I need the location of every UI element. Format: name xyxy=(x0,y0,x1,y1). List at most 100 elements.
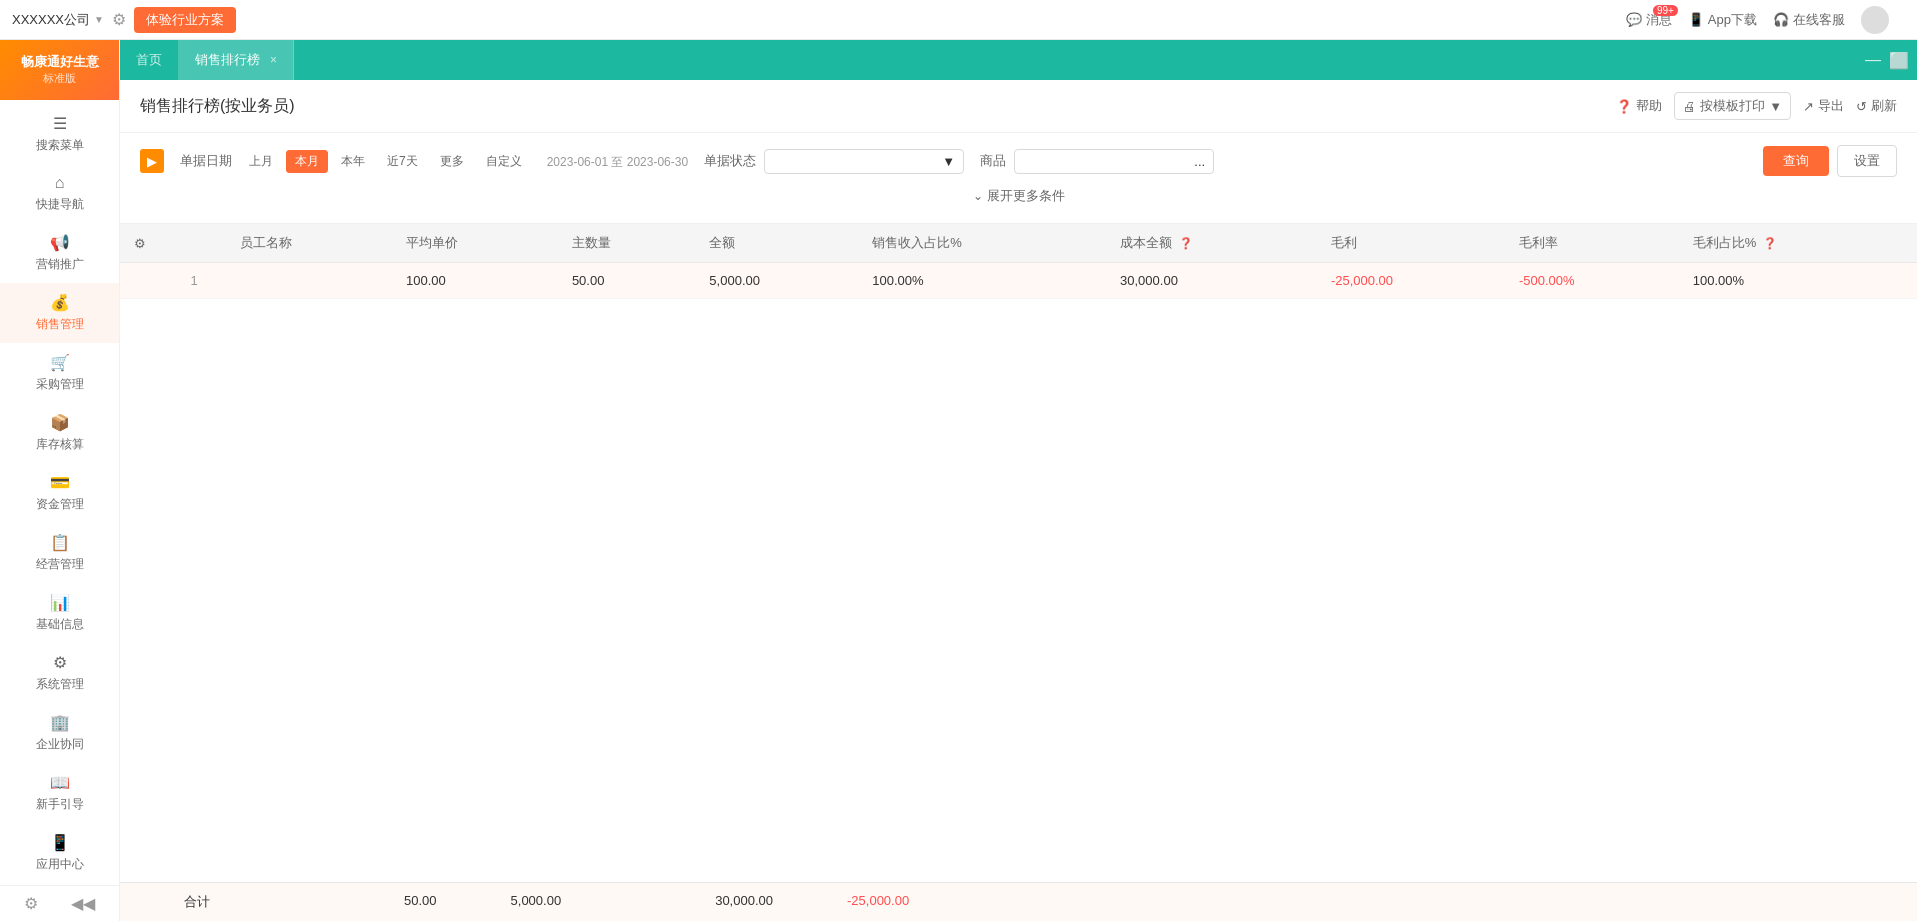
tab-close-icon[interactable]: × xyxy=(270,53,277,67)
filter-status: 单据状态 ▼ xyxy=(704,149,964,174)
settings-btn[interactable]: 设置 xyxy=(1837,145,1897,177)
table-footer: 合计 50.00 5,000.00 30,000.00 -25,000.00 xyxy=(120,882,1917,921)
template-print-btn[interactable]: 🖨 按模板打印 ▼ xyxy=(1674,92,1791,120)
print-icon: 🖨 xyxy=(1683,99,1696,114)
enterprise-icon: 🏢 xyxy=(50,713,70,732)
status-chevron-icon: ▼ xyxy=(942,154,955,169)
company-selector[interactable]: XXXXXX公司 ▼ xyxy=(12,11,104,29)
col-quantity: 主数量 xyxy=(560,224,697,263)
sidebar-item-marketing[interactable]: 📢 营销推广 xyxy=(0,223,119,283)
tab-home-label: 首页 xyxy=(136,51,162,69)
filter-area: ▶ 单据日期 上月 本月 本年 近7天 更多 自定义 xyxy=(120,133,1917,224)
cell-quantity: 50.00 xyxy=(560,263,697,299)
date-tab-custom[interactable]: 自定义 xyxy=(477,150,531,173)
page-content: 销售排行榜(按业务员) ❓ 帮助 🖨 按模板打印 ▼ ↗ 导出 xyxy=(120,80,1917,921)
sidebar-menu: ☰ 搜索菜单 ⌂ 快捷导航 📢 营销推广 💰 销售管理 🛒 采购管理 📦 库 xyxy=(0,100,119,885)
col-cost: 成本全额 ❓ xyxy=(1108,224,1319,263)
date-range-text: 2023-06-01 至 2023-06-30 xyxy=(547,154,688,171)
sidebar-item-apps[interactable]: 📱 应用中心 xyxy=(0,823,119,883)
tab-minimize-icon[interactable]: — xyxy=(1865,51,1881,69)
col-rank xyxy=(160,224,228,263)
message-btn[interactable]: 💬 消息 99+ xyxy=(1626,11,1672,29)
refresh-icon: ↺ xyxy=(1856,99,1867,114)
status-select[interactable]: ▼ xyxy=(764,149,964,174)
tab-actions: — ⬜ xyxy=(1865,51,1917,70)
col-employee: 员工名称 xyxy=(228,224,394,263)
home-icon: ⌂ xyxy=(55,174,65,192)
col-amount: 全额 xyxy=(697,224,860,263)
app-download-btn[interactable]: 📱 App下载 xyxy=(1688,11,1757,29)
date-tab-this-year[interactable]: 本年 xyxy=(332,150,374,173)
avatar[interactable] xyxy=(1861,6,1889,34)
date-tab-prev-month[interactable]: 上月 xyxy=(240,150,282,173)
chevron-down-icon: ▼ xyxy=(94,14,104,25)
sidebar-item-marketing-label: 营销推广 xyxy=(36,256,84,273)
arrow-right-icon: ▶ xyxy=(147,154,157,169)
message-icon: 💬 xyxy=(1626,12,1642,27)
filter-toggle-btn[interactable]: ▶ xyxy=(140,149,164,173)
sidebar-settings-icon[interactable]: ⚙ xyxy=(24,894,38,913)
sidebar-item-search-order[interactable]: ☰ 搜索菜单 xyxy=(0,104,119,164)
col-settings[interactable]: ⚙ xyxy=(120,224,160,263)
table-settings-icon[interactable]: ⚙ xyxy=(134,236,146,251)
sidebar-item-purchase-label: 采购管理 xyxy=(36,376,84,393)
expand-more-row[interactable]: ⌄ 展开更多条件 xyxy=(140,181,1897,211)
apps-icon: 📱 xyxy=(50,833,70,852)
sidebar-item-purchase[interactable]: 🛒 采购管理 xyxy=(0,343,119,403)
sidebar-item-basic-info[interactable]: 📊 基础信息 xyxy=(0,583,119,643)
sidebar-item-inventory[interactable]: 📦 库存核算 xyxy=(0,403,119,463)
expand-more-label: 展开更多条件 xyxy=(987,187,1065,205)
sidebar-item-guide[interactable]: 📖 新手引导 xyxy=(0,763,119,823)
page-title: 销售排行榜(按业务员) xyxy=(140,96,295,117)
table-header-row: ⚙ 员工名称 平均单价 主数量 全额 销售收入占比% 成本全额 ❓ xyxy=(120,224,1917,263)
footer-quantity: 50.00 xyxy=(392,893,449,911)
help-icon: ❓ xyxy=(1616,99,1632,114)
profit-pct-help-icon[interactable]: ❓ xyxy=(1763,237,1777,249)
top-right-actions: 💬 消息 99+ 📱 App下载 🎧 在线客服 xyxy=(1626,6,1905,34)
sidebar-item-enterprise-label: 企业协同 xyxy=(36,736,84,753)
refresh-btn[interactable]: ↺ 刷新 xyxy=(1856,97,1897,115)
purchase-icon: 🛒 xyxy=(50,353,70,372)
settings-icon[interactable]: ⚙ xyxy=(112,10,126,29)
sidebar-item-operations[interactable]: 📋 经营管理 xyxy=(0,523,119,583)
date-tab-more[interactable]: 更多 xyxy=(431,150,473,173)
trial-btn[interactable]: 体验行业方案 xyxy=(134,7,236,33)
cell-settings xyxy=(120,263,160,299)
date-tab-this-month[interactable]: 本月 xyxy=(286,150,328,173)
message-badge: 99+ xyxy=(1653,5,1678,16)
col-profit-pct: 毛利占比% ❓ xyxy=(1681,224,1917,263)
sidebar-item-enterprise[interactable]: 🏢 企业协同 xyxy=(0,703,119,763)
main-layout: 畅康通好生意 标准版 ☰ 搜索菜单 ⌂ 快捷导航 📢 营销推广 💰 销售管理 🛒 xyxy=(0,40,1917,921)
basic-info-icon: 📊 xyxy=(50,593,70,612)
date-label: 单据日期 xyxy=(180,152,232,170)
query-actions: 查询 设置 xyxy=(1763,145,1897,177)
sidebar: 畅康通好生意 标准版 ☰ 搜索菜单 ⌂ 快捷导航 📢 营销推广 💰 销售管理 🛒 xyxy=(0,40,120,921)
date-tabs: 上月 本月 本年 近7天 更多 自定义 xyxy=(240,150,531,173)
date-tab-7days[interactable]: 近7天 xyxy=(378,150,427,173)
help-btn[interactable]: ❓ 帮助 xyxy=(1616,97,1662,115)
export-btn[interactable]: ↗ 导出 xyxy=(1803,97,1844,115)
inventory-icon: 📦 xyxy=(50,413,70,432)
goods-select[interactable]: ... xyxy=(1014,149,1214,174)
tab-maximize-icon[interactable]: ⬜ xyxy=(1889,51,1909,70)
logo-area: 畅康通好生意 标准版 xyxy=(0,40,119,100)
page-header: 销售排行榜(按业务员) ❓ 帮助 🖨 按模板打印 ▼ ↗ 导出 xyxy=(120,80,1917,133)
sidebar-collapse-icon[interactable]: ◀◀ xyxy=(71,894,95,913)
cost-help-icon[interactable]: ❓ xyxy=(1179,237,1193,249)
col-profit-rate: 毛利率 xyxy=(1507,224,1681,263)
query-btn[interactable]: 查询 xyxy=(1763,146,1829,176)
sidebar-item-system[interactable]: ⚙ 系统管理 xyxy=(0,643,119,703)
finance-icon: 💳 xyxy=(50,473,70,492)
sidebar-item-finance[interactable]: 💳 资金管理 xyxy=(0,463,119,523)
headset-icon: 🎧 xyxy=(1773,12,1789,27)
page-header-actions: ❓ 帮助 🖨 按模板打印 ▼ ↗ 导出 ↺ 刷新 xyxy=(1616,92,1897,120)
online-service-btn[interactable]: 🎧 在线客服 xyxy=(1773,11,1845,29)
sidebar-item-sales[interactable]: 💰 销售管理 xyxy=(0,283,119,343)
cell-avg-price: 100.00 xyxy=(394,263,560,299)
tab-sales-ranking[interactable]: 销售排行榜 × xyxy=(179,40,294,80)
sidebar-item-finance-label: 资金管理 xyxy=(36,496,84,513)
table-container: ⚙ 员工名称 平均单价 主数量 全额 销售收入占比% 成本全额 ❓ xyxy=(120,224,1917,882)
table-body: 1 100.00 50.00 5,000.00 100.00% 30,000.0… xyxy=(120,263,1917,299)
sidebar-item-quick-nav[interactable]: ⌂ 快捷导航 xyxy=(0,164,119,223)
tab-home[interactable]: 首页 xyxy=(120,40,179,80)
